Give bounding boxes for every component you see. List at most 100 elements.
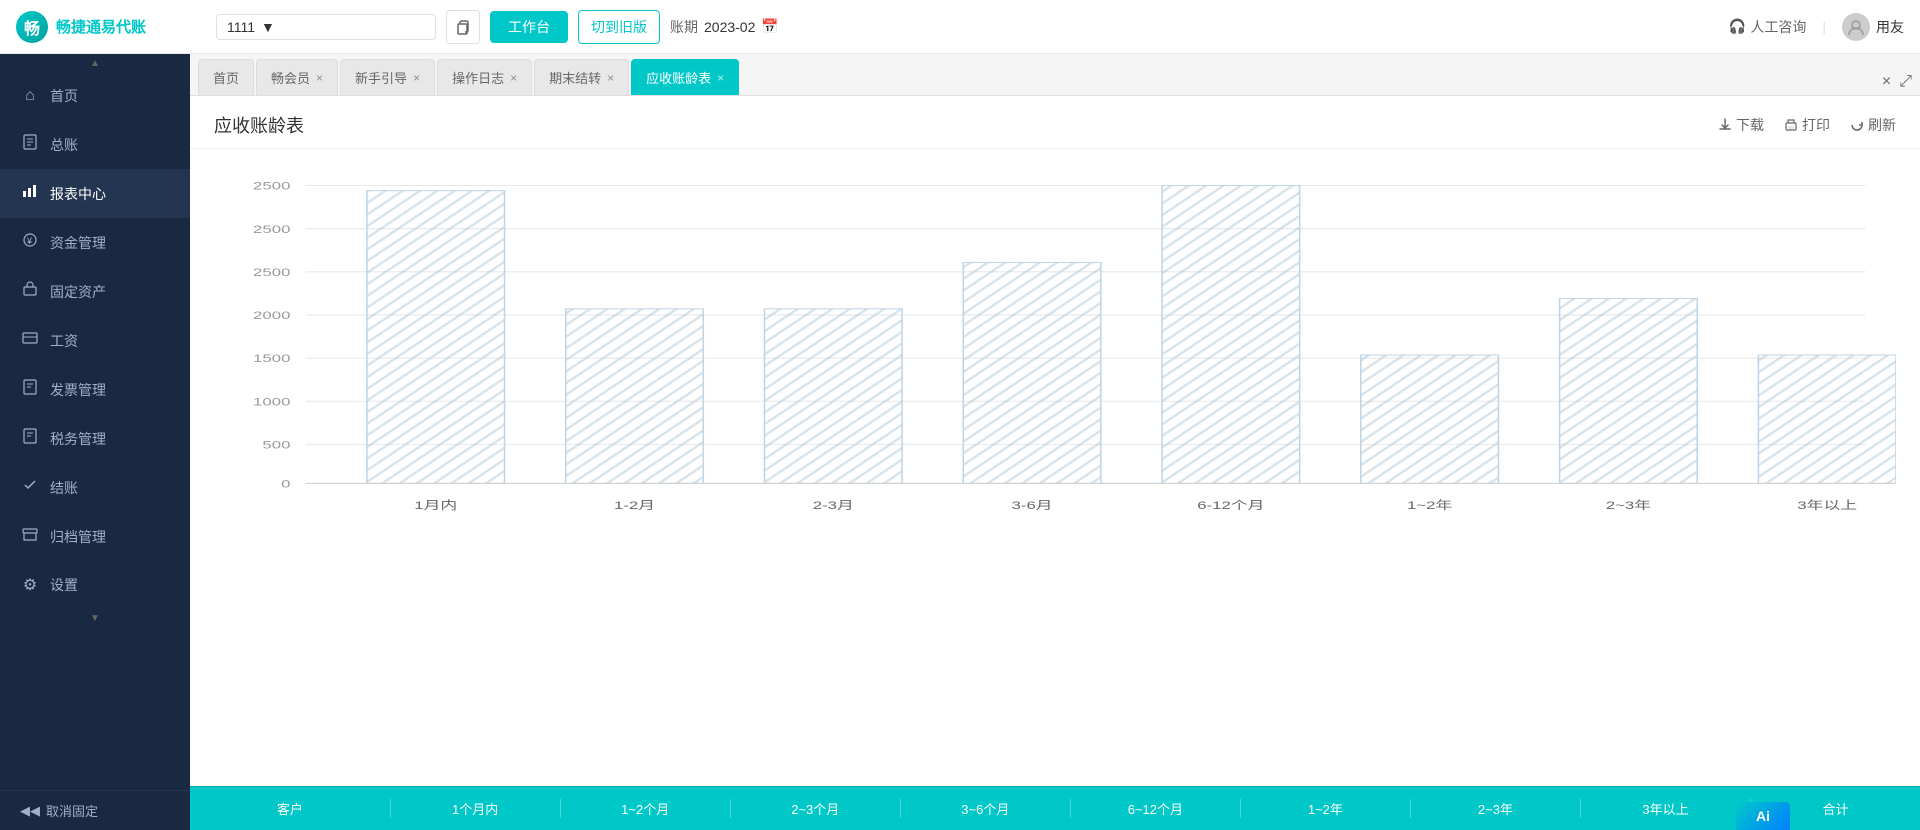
username: 用友 — [1876, 17, 1904, 37]
sidebar-label-archive: 归档管理 — [50, 527, 106, 547]
workbench-button[interactable]: 工作台 — [490, 11, 568, 43]
sidebar-item-tax[interactable]: 税务管理 — [0, 414, 190, 463]
footer-col-3-6m-label: 3~6个月 — [961, 802, 1009, 817]
sidebar-item-ledger[interactable]: 总账 — [0, 120, 190, 169]
tab-period-end-close[interactable]: × — [607, 71, 614, 85]
tab-log-label: 操作日志 — [452, 68, 504, 87]
bar-2-3-month — [764, 309, 902, 484]
sidebar-label-tax: 税务管理 — [50, 429, 106, 449]
service-label: 人工咨询 — [1750, 17, 1806, 37]
svg-text:500: 500 — [262, 439, 290, 452]
archive-icon — [20, 526, 40, 547]
sidebar-item-checkout[interactable]: 结账 — [0, 463, 190, 512]
ai-badge[interactable]: Ai — [1736, 802, 1790, 830]
tab-member-close[interactable]: × — [316, 71, 323, 85]
sidebar-item-asset[interactable]: 固定资产 — [0, 267, 190, 316]
sidebar-label-invoice: 发票管理 — [50, 380, 106, 400]
footer-col-6-12m-label: 6~12个月 — [1128, 802, 1183, 817]
tab-home[interactable]: 首页 — [198, 59, 254, 95]
svg-text:2-3月: 2-3月 — [813, 500, 854, 513]
company-selector[interactable]: 1111 ▼ — [216, 14, 436, 40]
tab-home-label: 首页 — [213, 68, 239, 87]
footer-col-6-12m: 6~12个月 — [1071, 799, 1241, 818]
download-label: 下载 — [1736, 115, 1764, 135]
svg-text:3-6月: 3-6月 — [1012, 500, 1053, 513]
tab-log[interactable]: 操作日志 × — [437, 59, 532, 95]
user-icon — [1847, 18, 1865, 36]
period-area: 账期 2023-02 📅 — [670, 17, 779, 37]
sidebar-label-settings: 设置 — [50, 575, 78, 595]
bar-1-2-year — [1361, 355, 1499, 483]
bar-3plus-year — [1758, 355, 1896, 483]
tab-ar-aging-label: 应收账龄表 — [646, 68, 711, 87]
sidebar-scroll-up[interactable]: ▲ — [0, 54, 190, 72]
page-title: 应收账龄表 — [214, 112, 304, 138]
avatar — [1842, 13, 1870, 41]
ledger-icon — [20, 134, 40, 155]
tab-ar-aging[interactable]: 应收账龄表 × — [631, 59, 739, 95]
footer-col-2-3m: 2~3个月 — [731, 799, 901, 818]
footer-col-3plus-y: 3年以上 — [1581, 799, 1751, 818]
page-content: 应收账龄表 下载 打印 — [190, 96, 1920, 830]
bar-3-6-month — [963, 263, 1101, 484]
maximize-tab-button[interactable]: ⤢ — [1899, 73, 1912, 91]
footer-col-3plus-y-label: 3年以上 — [1642, 802, 1688, 817]
tabs-actions: × ⤢ — [1882, 73, 1912, 95]
calendar-icon[interactable]: 📅 — [761, 18, 778, 35]
bar-1-2-month — [566, 309, 704, 484]
asset-icon — [20, 281, 40, 302]
tab-guide[interactable]: 新手引导 × — [340, 59, 435, 95]
svg-text:2500: 2500 — [253, 266, 290, 279]
sidebar-item-fund[interactable]: ¥ 资金管理 — [0, 218, 190, 267]
svg-text:2500: 2500 — [253, 180, 290, 193]
user-area[interactable]: 用友 — [1842, 13, 1904, 41]
svg-text:3年以上: 3年以上 — [1797, 499, 1857, 512]
svg-text:2500: 2500 — [253, 223, 290, 236]
sidebar-scroll-down[interactable]: ▼ — [0, 609, 190, 627]
sidebar-item-payroll[interactable]: 工资 — [0, 316, 190, 365]
footer-col-customer-label: 客户 — [277, 802, 303, 817]
tab-member[interactable]: 畅会员 × — [256, 59, 338, 95]
period-label: 账期 — [670, 17, 698, 37]
refresh-label: 刷新 — [1868, 115, 1896, 135]
switch-version-button[interactable]: 切到旧版 — [578, 10, 660, 44]
bar-1-month — [367, 191, 505, 484]
table-footer: 客户 1个月内 1~2个月 2~3个月 3~6个月 6~12个月 — [190, 786, 1920, 830]
sidebar-item-archive[interactable]: 归档管理 — [0, 512, 190, 561]
content-area: 首页 畅会员 × 新手引导 × 操作日志 × 期末结转 × 应收账龄表 × — [190, 54, 1920, 830]
tab-guide-label: 新手引导 — [355, 68, 407, 87]
sidebar-item-report[interactable]: 报表中心 — [0, 169, 190, 218]
refresh-button[interactable]: 刷新 — [1850, 115, 1896, 135]
sidebar-item-home[interactable]: ⌂ 首页 — [0, 72, 190, 120]
svg-text:1000: 1000 — [253, 396, 290, 409]
service-button[interactable]: 🎧 人工咨询 — [1729, 17, 1806, 37]
print-button[interactable]: 打印 — [1784, 115, 1830, 135]
copy-icon-button[interactable] — [446, 10, 480, 44]
footer-col-1-2m: 1~2个月 — [561, 799, 731, 818]
header-right: 🎧 人工咨询 | 用友 — [1729, 13, 1904, 41]
bar-chart: 2500 2500 2500 2000 1500 1000 500 0 — [214, 165, 1896, 545]
sidebar-item-settings[interactable]: ⚙ 设置 — [0, 561, 190, 609]
tab-member-label: 畅会员 — [271, 68, 310, 87]
tabs-bar: 首页 畅会员 × 新手引导 × 操作日志 × 期末结转 × 应收账龄表 × — [190, 54, 1920, 96]
unpin-label: 取消固定 — [46, 801, 98, 820]
footer-col-1-2m-label: 1~2个月 — [621, 802, 669, 817]
sidebar-item-invoice[interactable]: 发票管理 — [0, 365, 190, 414]
sidebar-label-home: 首页 — [50, 86, 78, 106]
copy-icon — [455, 19, 471, 35]
unpin-button[interactable]: ◀◀ 取消固定 — [0, 790, 190, 830]
invoice-icon — [20, 379, 40, 400]
bar-6-12-month — [1162, 186, 1300, 484]
bar-2-3-year — [1560, 299, 1698, 484]
tab-period-end[interactable]: 期末结转 × — [534, 59, 629, 95]
tab-ar-aging-close[interactable]: × — [717, 71, 724, 85]
print-icon — [1784, 118, 1798, 132]
svg-text:1-2月: 1-2月 — [614, 500, 655, 513]
footer-col-customer: 客户 — [190, 799, 391, 818]
tab-log-close[interactable]: × — [510, 71, 517, 85]
checkout-icon — [20, 477, 40, 498]
tab-guide-close[interactable]: × — [413, 71, 420, 85]
footer-col-1m: 1个月内 — [391, 799, 561, 818]
close-all-tabs-button[interactable]: × — [1882, 73, 1891, 91]
download-button[interactable]: 下载 — [1718, 115, 1764, 135]
